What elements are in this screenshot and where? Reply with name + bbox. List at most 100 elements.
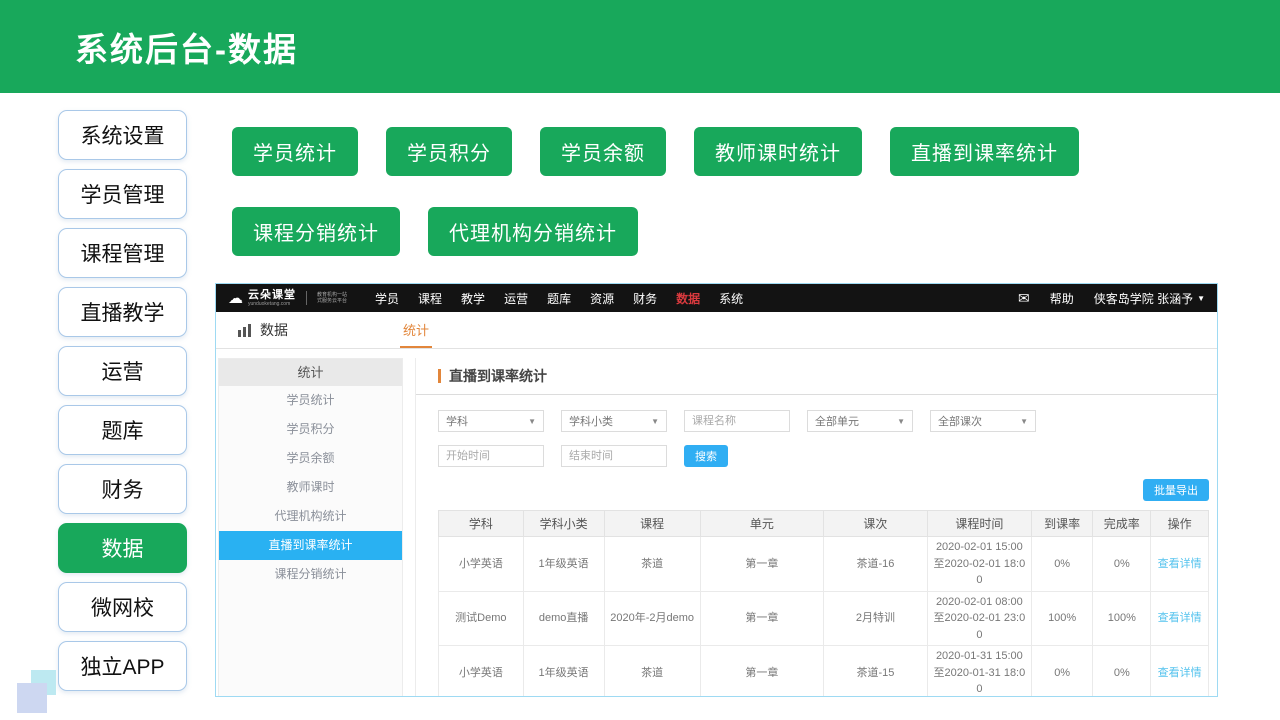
filter-row-1: 学科 ▼ 学科小类 ▼ 全部单元 ▼ 全部课次 ▼ bbox=[438, 410, 1217, 432]
student-points-button[interactable]: 学员积分 bbox=[386, 127, 512, 176]
logo-name: 云朵课堂 bbox=[248, 290, 296, 301]
admin-nav-right: ✉ 帮助 侠客岛学院 张涵予 ▼ bbox=[1018, 290, 1205, 307]
logo-divider bbox=[306, 291, 307, 305]
col-course-time: 课程时间 bbox=[927, 511, 1031, 537]
start-time-input[interactable] bbox=[438, 445, 544, 467]
teacher-hours-stats-button[interactable]: 教师课时统计 bbox=[694, 127, 862, 176]
live-attendance-stats-button[interactable]: 直播到课率统计 bbox=[890, 127, 1079, 176]
col-course: 课程 bbox=[604, 511, 700, 537]
sidebar-item-micro-school[interactable]: 微网校 bbox=[58, 582, 187, 632]
chevron-down-icon: ▼ bbox=[897, 417, 905, 426]
quick-buttons-row2: 课程分销统计 代理机构分销统计 bbox=[232, 207, 1132, 256]
chevron-down-icon: ▼ bbox=[651, 417, 659, 426]
filters: 学科 ▼ 学科小类 ▼ 全部单元 ▼ 全部课次 ▼ bbox=[416, 395, 1217, 467]
admin-menu-teaching[interactable]: 教学 bbox=[461, 290, 485, 307]
table-row: 测试Demo demo直播 2020年-2月demo 第一章 2月特训 2020… bbox=[439, 591, 1209, 646]
admin-screenshot: ☁ 云朵课堂 yunduoketang.com 教育机构一站 式服务云平台 学员… bbox=[215, 283, 1218, 697]
mail-icon[interactable]: ✉ bbox=[1018, 290, 1030, 307]
panel-title-text: 直播到课率统计 bbox=[449, 366, 547, 386]
stats-side-menu: 统计 学员统计 学员积分 学员余额 教师课时 代理机构统计 直播到课率统计 课程… bbox=[218, 358, 403, 697]
logo-domain: yunduoketang.com bbox=[248, 302, 296, 307]
breadcrumb: 数据 bbox=[238, 320, 288, 340]
col-completion-rate: 完成率 bbox=[1093, 511, 1151, 537]
subject-subcategory-select[interactable]: 学科小类 ▼ bbox=[561, 410, 667, 432]
side-item-live-attendance-stats[interactable]: 直播到课率统计 bbox=[219, 531, 402, 560]
side-item-agency-stats[interactable]: 代理机构统计 bbox=[219, 502, 402, 531]
col-unit: 单元 bbox=[700, 511, 823, 537]
sidebar-item-standalone-app[interactable]: 独立APP bbox=[58, 641, 187, 691]
attendance-table: 学科 学科小类 课程 单元 课次 课程时间 到课率 完成率 操作 小学英语 1年 bbox=[438, 510, 1209, 697]
admin-menu-resources[interactable]: 资源 bbox=[590, 290, 614, 307]
sidebar-item-course-management[interactable]: 课程管理 bbox=[58, 228, 187, 278]
side-item-student-points[interactable]: 学员积分 bbox=[219, 415, 402, 444]
lesson-select[interactable]: 全部课次 ▼ bbox=[930, 410, 1036, 432]
admin-top-nav: ☁ 云朵课堂 yunduoketang.com 教育机构一站 式服务云平台 学员… bbox=[216, 284, 1217, 312]
table-header-row: 学科 学科小类 课程 单元 课次 课程时间 到课率 完成率 操作 bbox=[439, 511, 1209, 537]
stats-main-panel: 直播到课率统计 学科 ▼ 学科小类 ▼ 全部单元 ▼ bbox=[415, 358, 1217, 697]
panel-title: 直播到课率统计 bbox=[416, 358, 1217, 395]
account-name: 侠客岛学院 张涵予 bbox=[1094, 290, 1193, 307]
chevron-down-icon: ▼ bbox=[1020, 417, 1028, 426]
student-balance-button[interactable]: 学员余额 bbox=[540, 127, 666, 176]
subject-select[interactable]: 学科 ▼ bbox=[438, 410, 544, 432]
side-menu-header: 统计 bbox=[219, 359, 402, 386]
table-row: 小学英语 1年级英语 茶道 第一章 茶道-16 2020-02-01 15:00… bbox=[439, 537, 1209, 592]
admin-menu-data[interactable]: 数据 bbox=[676, 290, 700, 307]
table-row: 小学英语 1年级英语 茶道 第一章 茶道-15 2020-01-31 15:00… bbox=[439, 646, 1209, 698]
tab-statistics[interactable]: 统计 bbox=[400, 312, 432, 348]
left-sidebar: 系统设置 学员管理 课程管理 直播教学 运营 题库 财务 数据 微网校 独立AP… bbox=[58, 110, 187, 691]
breadcrumb-row: 数据 统计 bbox=[216, 312, 1217, 349]
side-item-course-distribution-stats[interactable]: 课程分销统计 bbox=[219, 560, 402, 589]
admin-menu-system[interactable]: 系统 bbox=[719, 290, 743, 307]
admin-menu-courses[interactable]: 课程 bbox=[418, 290, 442, 307]
col-attendance-rate: 到课率 bbox=[1031, 511, 1093, 537]
admin-menu-finance[interactable]: 财务 bbox=[633, 290, 657, 307]
export-row: 批量导出 bbox=[416, 479, 1217, 501]
brand-logo: ☁ 云朵课堂 yunduoketang.com 教育机构一站 式服务云平台 bbox=[228, 290, 347, 307]
unit-select[interactable]: 全部单元 ▼ bbox=[807, 410, 913, 432]
chevron-down-icon: ▼ bbox=[528, 417, 536, 426]
col-lesson: 课次 bbox=[823, 511, 927, 537]
sidebar-item-data[interactable]: 数据 bbox=[58, 523, 187, 573]
batch-export-button[interactable]: 批量导出 bbox=[1143, 479, 1209, 501]
page-title: 系统后台-数据 bbox=[0, 23, 298, 71]
title-accent-bar bbox=[438, 369, 441, 383]
view-details-link[interactable]: 查看详情 bbox=[1158, 612, 1202, 624]
side-item-student-stats[interactable]: 学员统计 bbox=[219, 386, 402, 415]
admin-menu-operations[interactable]: 运营 bbox=[504, 290, 528, 307]
side-item-teacher-hours[interactable]: 教师课时 bbox=[219, 473, 402, 502]
col-subject: 学科 bbox=[439, 511, 524, 537]
sidebar-item-system-settings[interactable]: 系统设置 bbox=[58, 110, 187, 160]
logo-tagline: 教育机构一站 式服务云平台 bbox=[317, 292, 347, 304]
cloud-logo-icon: ☁ bbox=[228, 291, 243, 306]
agency-distribution-stats-button[interactable]: 代理机构分销统计 bbox=[428, 207, 638, 256]
admin-menu-question-bank[interactable]: 题库 bbox=[547, 290, 571, 307]
search-button[interactable]: 搜索 bbox=[684, 445, 728, 467]
breadcrumb-label: 数据 bbox=[260, 320, 288, 340]
sidebar-item-question-bank[interactable]: 题库 bbox=[58, 405, 187, 455]
page-header: 系统后台-数据 bbox=[0, 0, 1280, 93]
quick-buttons: 学员统计 学员积分 学员余额 教师课时统计 直播到课率统计 课程分销统计 代理机… bbox=[232, 127, 1132, 256]
col-actions: 操作 bbox=[1151, 511, 1209, 537]
filter-row-2: 搜索 bbox=[438, 445, 1217, 467]
course-name-input[interactable] bbox=[684, 410, 790, 432]
end-time-input[interactable] bbox=[561, 445, 667, 467]
chevron-down-icon: ▼ bbox=[1197, 294, 1205, 303]
col-subject-sub: 学科小类 bbox=[523, 511, 604, 537]
student-stats-button[interactable]: 学员统计 bbox=[232, 127, 358, 176]
view-details-link[interactable]: 查看详情 bbox=[1158, 558, 1202, 570]
side-item-student-balance[interactable]: 学员余额 bbox=[219, 444, 402, 473]
help-link[interactable]: 帮助 bbox=[1050, 290, 1074, 307]
sidebar-item-finance[interactable]: 财务 bbox=[58, 464, 187, 514]
view-details-link[interactable]: 查看详情 bbox=[1158, 667, 1202, 679]
sidebar-item-student-management[interactable]: 学员管理 bbox=[58, 169, 187, 219]
data-analytics-icon bbox=[238, 324, 253, 337]
admin-menu-students[interactable]: 学员 bbox=[375, 290, 399, 307]
course-distribution-stats-button[interactable]: 课程分销统计 bbox=[232, 207, 400, 256]
sidebar-item-live-teaching[interactable]: 直播教学 bbox=[58, 287, 187, 337]
account-menu[interactable]: 侠客岛学院 张涵予 ▼ bbox=[1094, 290, 1205, 307]
admin-menu: 学员 课程 教学 运营 题库 资源 财务 数据 系统 bbox=[375, 290, 743, 307]
quick-buttons-row1: 学员统计 学员积分 学员余额 教师课时统计 直播到课率统计 bbox=[232, 127, 1132, 176]
sidebar-item-operations[interactable]: 运营 bbox=[58, 346, 187, 396]
decorative-purple-square bbox=[17, 683, 47, 713]
